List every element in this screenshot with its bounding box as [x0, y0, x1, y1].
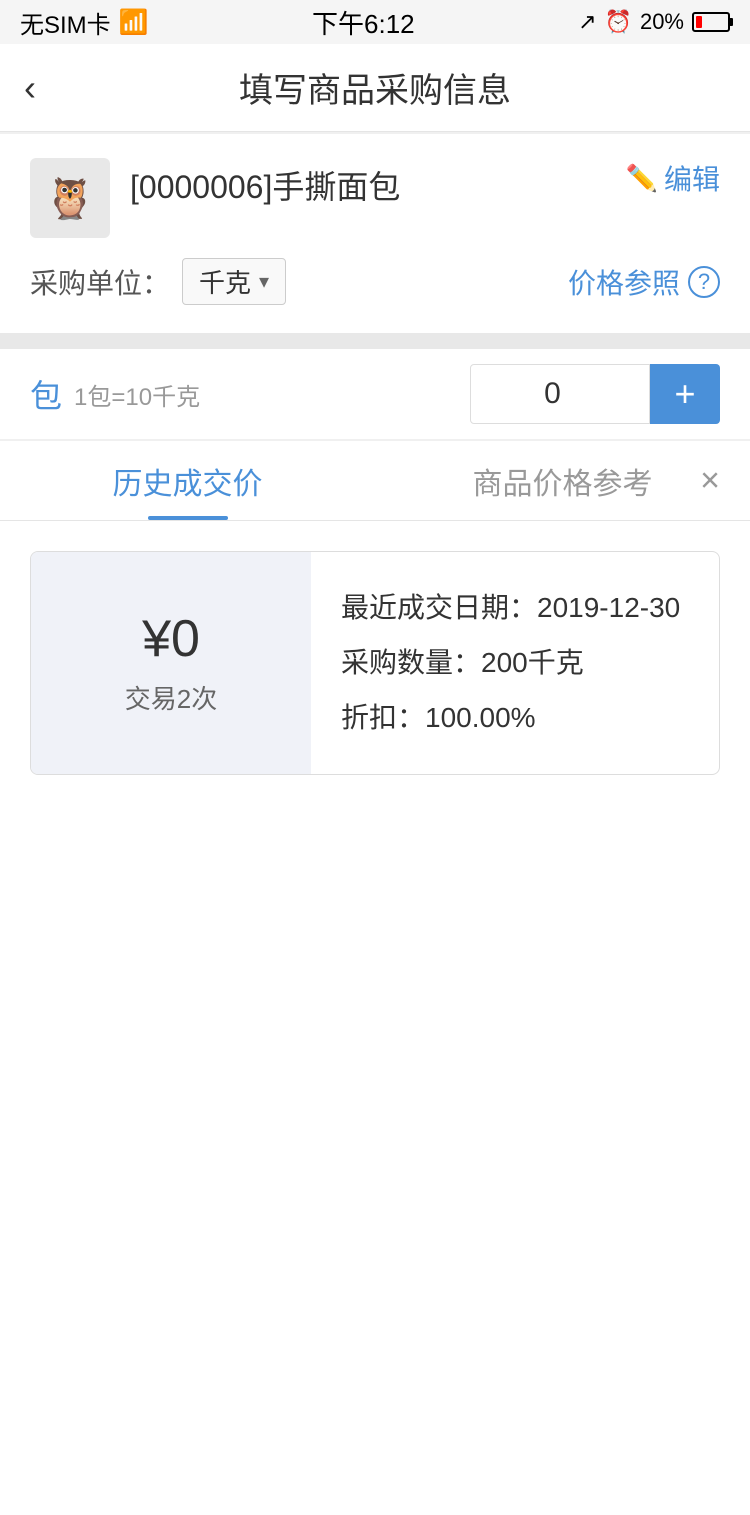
- tab-price-reference-label: 商品价格参考: [473, 459, 653, 503]
- recent-date-row: 最近成交日期：2019-12-30: [341, 588, 689, 627]
- tabs-close-button[interactable]: ×: [700, 461, 720, 500]
- status-left: 无SIM卡 📶: [20, 5, 149, 40]
- price-card-right: 最近成交日期：2019-12-30 采购数量：200千克 折扣：100.00%: [311, 552, 719, 774]
- dropdown-arrow-icon: ▾: [259, 269, 269, 294]
- status-time: 下午6:12: [312, 4, 415, 41]
- nav-bar: ‹ 填写商品采购信息: [0, 44, 750, 132]
- edit-icon: ✏️: [626, 163, 658, 194]
- tab-price-reference[interactable]: 商品价格参考: [375, 441, 750, 520]
- discount-value: 100.00%: [425, 702, 536, 733]
- purchase-qty-row: 采购数量：200千克: [341, 643, 689, 682]
- purchase-qty-value: 200千克: [481, 647, 584, 678]
- edit-label: 编辑: [664, 158, 720, 198]
- tab-content: ¥0 交易2次 最近成交日期：2019-12-30 采购数量：200千克 折扣：…: [0, 521, 750, 815]
- product-header: 🦉 [0000006]手撕面包 ✏️ 编辑: [30, 158, 720, 238]
- tabs-section: 历史成交价 商品价格参考 × ¥0 交易2次 最近成交日期：2019-12-30…: [0, 441, 750, 815]
- tab-history-price[interactable]: 历史成交价: [0, 441, 375, 520]
- location-icon: ↗: [578, 9, 596, 35]
- unit-row: 采购单位： 千克 ▾ 价格参照 ?: [30, 258, 720, 305]
- discount-row: 折扣：100.00%: [341, 698, 689, 737]
- product-thumbnail: 🦉: [30, 158, 110, 238]
- unit-value: 千克: [199, 263, 251, 300]
- recent-date-label: 最近成交日期：: [341, 592, 537, 623]
- product-left: 🦉 [0000006]手撕面包: [30, 158, 400, 238]
- wifi-icon: 📶: [119, 8, 149, 37]
- trade-count: 交易2次: [125, 679, 217, 716]
- back-button[interactable]: ‹: [24, 67, 36, 109]
- product-name: [0000006]手撕面包: [130, 162, 400, 208]
- page-title: 填写商品采购信息: [239, 63, 511, 112]
- price-amount: ¥0: [142, 609, 200, 669]
- unit-character: 包: [30, 371, 62, 417]
- quantity-row: 包 1包=10千克 +: [0, 349, 750, 439]
- battery-icon: [692, 12, 730, 32]
- alarm-icon: ⏰: [605, 9, 632, 35]
- status-right: ↗ ⏰ 20%: [578, 9, 730, 35]
- price-card-left: ¥0 交易2次: [31, 552, 311, 774]
- price-ref-button[interactable]: 价格参照 ?: [568, 262, 720, 302]
- page-body: [0, 815, 750, 1515]
- quantity-controls: +: [470, 364, 720, 424]
- unit-left: 采购单位： 千克 ▾: [30, 258, 286, 305]
- purchase-qty-label: 采购数量：: [341, 647, 481, 678]
- product-section: 🦉 [0000006]手撕面包 ✏️ 编辑 采购单位： 千克 ▾ 价格参照 ?: [0, 134, 750, 333]
- discount-label: 折扣：: [341, 702, 425, 733]
- quantity-input[interactable]: [470, 364, 650, 424]
- quantity-plus-button[interactable]: +: [650, 364, 720, 424]
- price-ref-label: 价格参照: [568, 262, 680, 302]
- tab-active-underline: [148, 516, 228, 520]
- status-bar: 无SIM卡 📶 下午6:12 ↗ ⏰ 20%: [0, 0, 750, 44]
- edit-button[interactable]: ✏️ 编辑: [626, 158, 720, 198]
- unit-info: 包 1包=10千克: [30, 371, 200, 417]
- purchase-unit-label: 采购单位：: [30, 262, 170, 302]
- tabs-header: 历史成交价 商品价格参考 ×: [0, 441, 750, 521]
- recent-date-value: 2019-12-30: [537, 592, 680, 623]
- section-divider: [0, 333, 750, 349]
- help-icon: ?: [688, 266, 720, 298]
- battery-percent: 20%: [640, 9, 684, 35]
- history-price-card: ¥0 交易2次 最近成交日期：2019-12-30 采购数量：200千克 折扣：…: [30, 551, 720, 775]
- unit-badge[interactable]: 千克 ▾: [182, 258, 286, 305]
- tab-history-price-label: 历史成交价: [113, 459, 263, 503]
- product-image: 🦉: [45, 175, 95, 222]
- sim-signal: 无SIM卡: [20, 5, 111, 40]
- unit-conversion: 1包=10千克: [74, 377, 200, 412]
